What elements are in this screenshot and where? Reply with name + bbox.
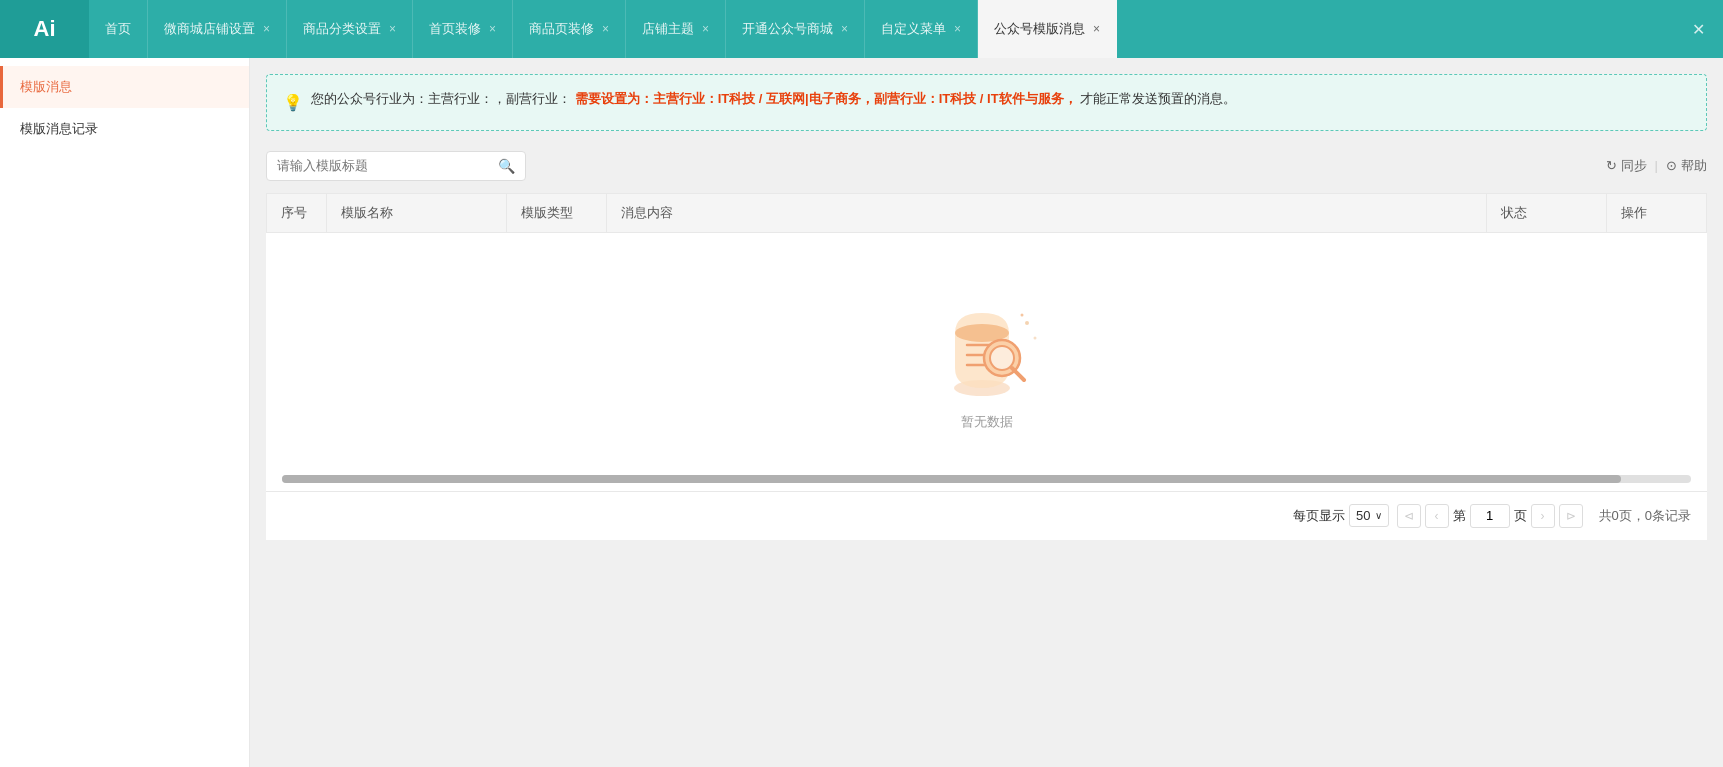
- total-info: 共0页，0条记录: [1599, 507, 1691, 525]
- nav-tab-home-decor[interactable]: 首页装修 ×: [413, 0, 513, 58]
- table-header: 序号模版名称模版类型消息内容状态操作: [267, 193, 1707, 232]
- help-label: 帮助: [1681, 157, 1707, 175]
- col-header-seq: 序号: [267, 193, 327, 232]
- scroll-area[interactable]: [266, 471, 1707, 491]
- logo-text: Ai: [34, 16, 56, 42]
- nav-tabs: 首页微商城店铺设置×商品分类设置×首页装修×商品页装修×店铺主题×开通公众号商城…: [89, 0, 1673, 58]
- search-input[interactable]: [277, 158, 492, 173]
- data-table: 序号模版名称模版类型消息内容状态操作: [266, 193, 1707, 233]
- col-header-content: 消息内容: [607, 193, 1487, 232]
- help-icon: ⊙: [1666, 158, 1677, 173]
- nav-tab-close-category[interactable]: ×: [389, 22, 396, 36]
- last-page-button[interactable]: ⊳: [1559, 504, 1583, 528]
- svg-point-9: [1025, 321, 1029, 325]
- sync-button[interactable]: ↻ 同步: [1606, 157, 1647, 175]
- nav-tab-product-decor[interactable]: 商品页装修 ×: [513, 0, 626, 58]
- scroll-track[interactable]: [282, 475, 1691, 483]
- svg-line-8: [1012, 368, 1024, 380]
- col-header-status: 状态: [1487, 193, 1607, 232]
- sidebar-item-template-msg-record[interactable]: 模版消息记录: [0, 108, 249, 150]
- sync-icon: ↻: [1606, 158, 1617, 173]
- page-label-post: 页: [1514, 507, 1527, 525]
- nav-tab-label: 微商城店铺设置: [164, 20, 255, 38]
- top-nav: Ai 首页微商城店铺设置×商品分类设置×首页装修×商品页装修×店铺主题×开通公众…: [0, 0, 1723, 58]
- content-area: 💡 您的公众号行业为：主营行业：，副营行业： 需要设置为：主营行业：IT科技 /…: [250, 58, 1723, 767]
- first-page-button[interactable]: ⊲: [1397, 504, 1421, 528]
- page-label-pre: 第: [1453, 507, 1466, 525]
- scroll-thumb: [282, 475, 1621, 483]
- toolbar-right: ↻ 同步 | ⊙ 帮助: [1606, 157, 1707, 175]
- nav-tab-label: 开通公众号商城: [742, 20, 833, 38]
- col-header-action: 操作: [1607, 193, 1707, 232]
- nav-tab-close-open-mall[interactable]: ×: [841, 22, 848, 36]
- nav-tab-close-custom-menu[interactable]: ×: [954, 22, 961, 36]
- sidebar-item-template-msg[interactable]: 模版消息: [0, 66, 249, 108]
- nav-tab-label: 首页装修: [429, 20, 481, 38]
- main-container: 模版消息模版消息记录 💡 您的公众号行业为：主营行业：，副营行业： 需要设置为：…: [0, 58, 1723, 767]
- chevron-down-icon: ∨: [1375, 510, 1382, 521]
- nav-tab-category[interactable]: 商品分类设置 ×: [287, 0, 413, 58]
- table-header-row: 序号模版名称模版类型消息内容状态操作: [267, 193, 1707, 232]
- search-input-wrap[interactable]: 🔍: [266, 151, 526, 181]
- empty-state: 暂无数据: [266, 233, 1707, 471]
- sidebar: 模版消息模版消息记录: [0, 58, 250, 767]
- notice-suffix: 才能正常发送预置的消息。: [1080, 91, 1236, 106]
- nav-tab-label: 商品分类设置: [303, 20, 381, 38]
- notice-icon: 💡: [283, 90, 303, 116]
- logo: Ai: [0, 0, 89, 58]
- nav-tab-label: 商品页装修: [529, 20, 594, 38]
- search-button[interactable]: 🔍: [498, 158, 515, 174]
- search-bar: 🔍 ↻ 同步 | ⊙ 帮助: [266, 151, 1707, 181]
- page-input[interactable]: [1470, 504, 1510, 528]
- svg-point-11: [1020, 313, 1023, 316]
- nav-tab-close-theme[interactable]: ×: [702, 22, 709, 36]
- notice-highlight: 需要设置为：主营行业：IT科技 / 互联网|电子商务，副营行业：IT科技 / I…: [575, 91, 1077, 106]
- page-nav: ⊲ ‹ 第 页 › ⊳: [1397, 504, 1583, 528]
- sync-label: 同步: [1621, 157, 1647, 175]
- empty-illustration: [927, 293, 1047, 413]
- notice-box: 💡 您的公众号行业为：主营行业：，副营行业： 需要设置为：主营行业：IT科技 /…: [266, 74, 1707, 131]
- notice-text: 您的公众号行业为：主营行业：，副营行业： 需要设置为：主营行业：IT科技 / 互…: [311, 89, 1236, 110]
- help-button[interactable]: ⊙ 帮助: [1666, 157, 1707, 175]
- col-header-name: 模版名称: [327, 193, 507, 232]
- nav-tab-label: 自定义菜单: [881, 20, 946, 38]
- nav-tab-label: 店铺主题: [642, 20, 694, 38]
- nav-tab-label: 首页: [105, 20, 131, 38]
- nav-tab-home[interactable]: 首页: [89, 0, 148, 58]
- page-size-select: 每页显示 50 ∨: [1293, 504, 1388, 527]
- nav-tab-theme[interactable]: 店铺主题 ×: [626, 0, 726, 58]
- pagination-bar: 每页显示 50 ∨ ⊲ ‹ 第 页 › ⊳ 共0页，0条记录: [266, 491, 1707, 540]
- svg-point-10: [1033, 336, 1036, 339]
- table-scroll-area: 序号模版名称模版类型消息内容状态操作: [266, 193, 1707, 471]
- nav-tab-close-home-decor[interactable]: ×: [489, 22, 496, 36]
- toolbar-divider: |: [1655, 158, 1658, 173]
- nav-tab-custom-menu[interactable]: 自定义菜单 ×: [865, 0, 978, 58]
- nav-tab-open-mall[interactable]: 开通公众号商城 ×: [726, 0, 865, 58]
- empty-text: 暂无数据: [961, 413, 1013, 431]
- page-size-label: 每页显示: [1293, 507, 1345, 525]
- nav-tab-close-template-msg[interactable]: ×: [1093, 22, 1100, 36]
- col-header-type: 模版类型: [507, 193, 607, 232]
- nav-tab-shop-setting[interactable]: 微商城店铺设置 ×: [148, 0, 287, 58]
- notice-prefix: 您的公众号行业为：主营行业：，副营行业：: [311, 91, 571, 106]
- nav-tab-close-product-decor[interactable]: ×: [602, 22, 609, 36]
- nav-tab-close-shop-setting[interactable]: ×: [263, 22, 270, 36]
- close-all-button[interactable]: ✕: [1673, 0, 1723, 58]
- page-size-dropdown[interactable]: 50 ∨: [1349, 504, 1388, 527]
- nav-tab-label: 公众号模版消息: [994, 20, 1085, 38]
- page-size-value: 50: [1356, 508, 1370, 523]
- next-page-button[interactable]: ›: [1531, 504, 1555, 528]
- prev-page-button[interactable]: ‹: [1425, 504, 1449, 528]
- nav-tab-template-msg[interactable]: 公众号模版消息 ×: [978, 0, 1117, 58]
